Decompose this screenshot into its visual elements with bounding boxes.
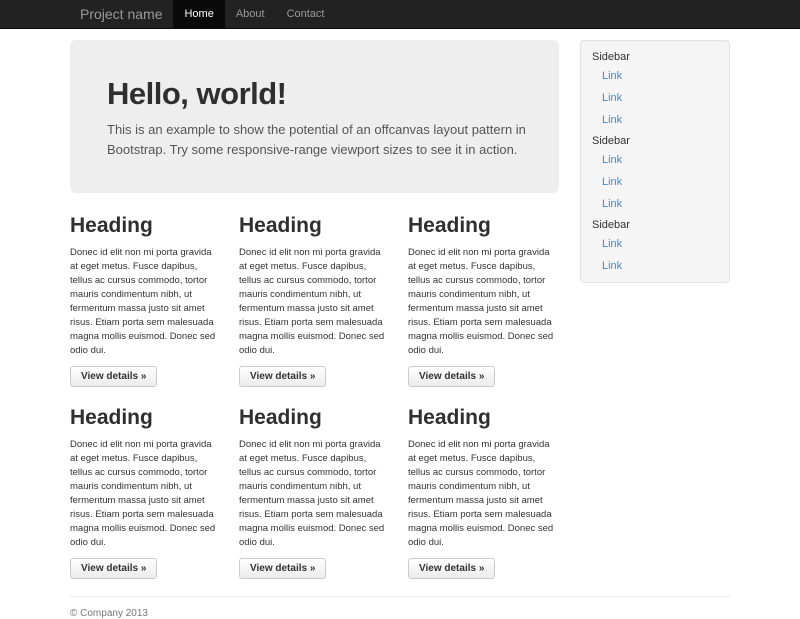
sidebar-link[interactable]: Link (581, 109, 729, 131)
card-heading: Heading (239, 214, 389, 238)
navbar-inner: Project name Home About Contact (70, 0, 730, 28)
sidebar-group-title: Sidebar (581, 215, 729, 233)
navbar-brand[interactable]: Project name (70, 0, 172, 28)
sidebar-group-title: Sidebar (581, 131, 729, 149)
cards-grid: Heading Donec id elit non mi porta gravi… (70, 195, 559, 579)
sidebar-link[interactable]: Link (581, 65, 729, 87)
card-3: Heading Donec id elit non mi porta gravi… (408, 195, 558, 387)
view-details-button[interactable]: View details » (408, 558, 495, 579)
sidebar-group-title: Sidebar (581, 47, 729, 65)
sidebar-link[interactable]: Link (581, 255, 729, 277)
navbar-menu: Home About Contact (173, 0, 335, 28)
card-body-text: Donec id elit non mi porta gravida at eg… (70, 438, 220, 550)
nav-item-about[interactable]: About (225, 0, 276, 29)
card-heading: Heading (408, 214, 558, 238)
main-column: Hello, world! This is an example to show… (70, 40, 559, 579)
view-details-button[interactable]: View details » (408, 366, 495, 387)
page-title: Hello, world! (107, 77, 522, 111)
sidebar-link[interactable]: Link (581, 87, 729, 109)
sidebar-link[interactable]: Link (581, 149, 729, 171)
card-heading: Heading (70, 214, 220, 238)
copyright-text: © Company 2013 (70, 608, 730, 619)
card-1: Heading Donec id elit non mi porta gravi… (70, 195, 220, 387)
card-heading: Heading (239, 406, 389, 430)
sidebar-link[interactable]: Link (581, 193, 729, 215)
sidebar-well: Sidebar Link Link Link Sidebar Link Link… (580, 40, 730, 283)
footer: © Company 2013 (70, 596, 730, 619)
jumbotron: Hello, world! This is an example to show… (70, 40, 559, 193)
sidebar-link[interactable]: Link (581, 171, 729, 193)
view-details-button[interactable]: View details » (70, 558, 157, 579)
sidebar-group-1: Sidebar Link Link Link (581, 47, 729, 131)
sidebar-group-2: Sidebar Link Link Link (581, 131, 729, 215)
content-row: Hello, world! This is an example to show… (70, 40, 730, 579)
sidebar-column: Sidebar Link Link Link Sidebar Link Link… (580, 40, 730, 579)
card-body-text: Donec id elit non mi porta gravida at eg… (408, 246, 558, 358)
view-details-button[interactable]: View details » (239, 558, 326, 579)
view-details-button[interactable]: View details » (70, 366, 157, 387)
navbar: Project name Home About Contact (0, 0, 800, 29)
sidebar-group-3: Sidebar Link Link (581, 215, 729, 277)
nav-item-home[interactable]: Home (173, 0, 224, 29)
card-body-text: Donec id elit non mi porta gravida at eg… (239, 246, 389, 358)
card-heading: Heading (408, 406, 558, 430)
card-4: Heading Donec id elit non mi porta gravi… (70, 387, 220, 579)
nav-item-contact[interactable]: Contact (276, 0, 336, 29)
card-heading: Heading (70, 406, 220, 430)
jumbotron-subtitle: This is an example to show the potential… (107, 120, 527, 159)
card-2: Heading Donec id elit non mi porta gravi… (239, 195, 389, 387)
card-body-text: Donec id elit non mi porta gravida at eg… (70, 246, 220, 358)
card-body-text: Donec id elit non mi porta gravida at eg… (408, 438, 558, 550)
view-details-button[interactable]: View details » (239, 366, 326, 387)
card-6: Heading Donec id elit non mi porta gravi… (408, 387, 558, 579)
sidebar-link[interactable]: Link (581, 233, 729, 255)
page-container: Hello, world! This is an example to show… (70, 40, 730, 619)
card-body-text: Donec id elit non mi porta gravida at eg… (239, 438, 389, 550)
card-5: Heading Donec id elit non mi porta gravi… (239, 387, 389, 579)
